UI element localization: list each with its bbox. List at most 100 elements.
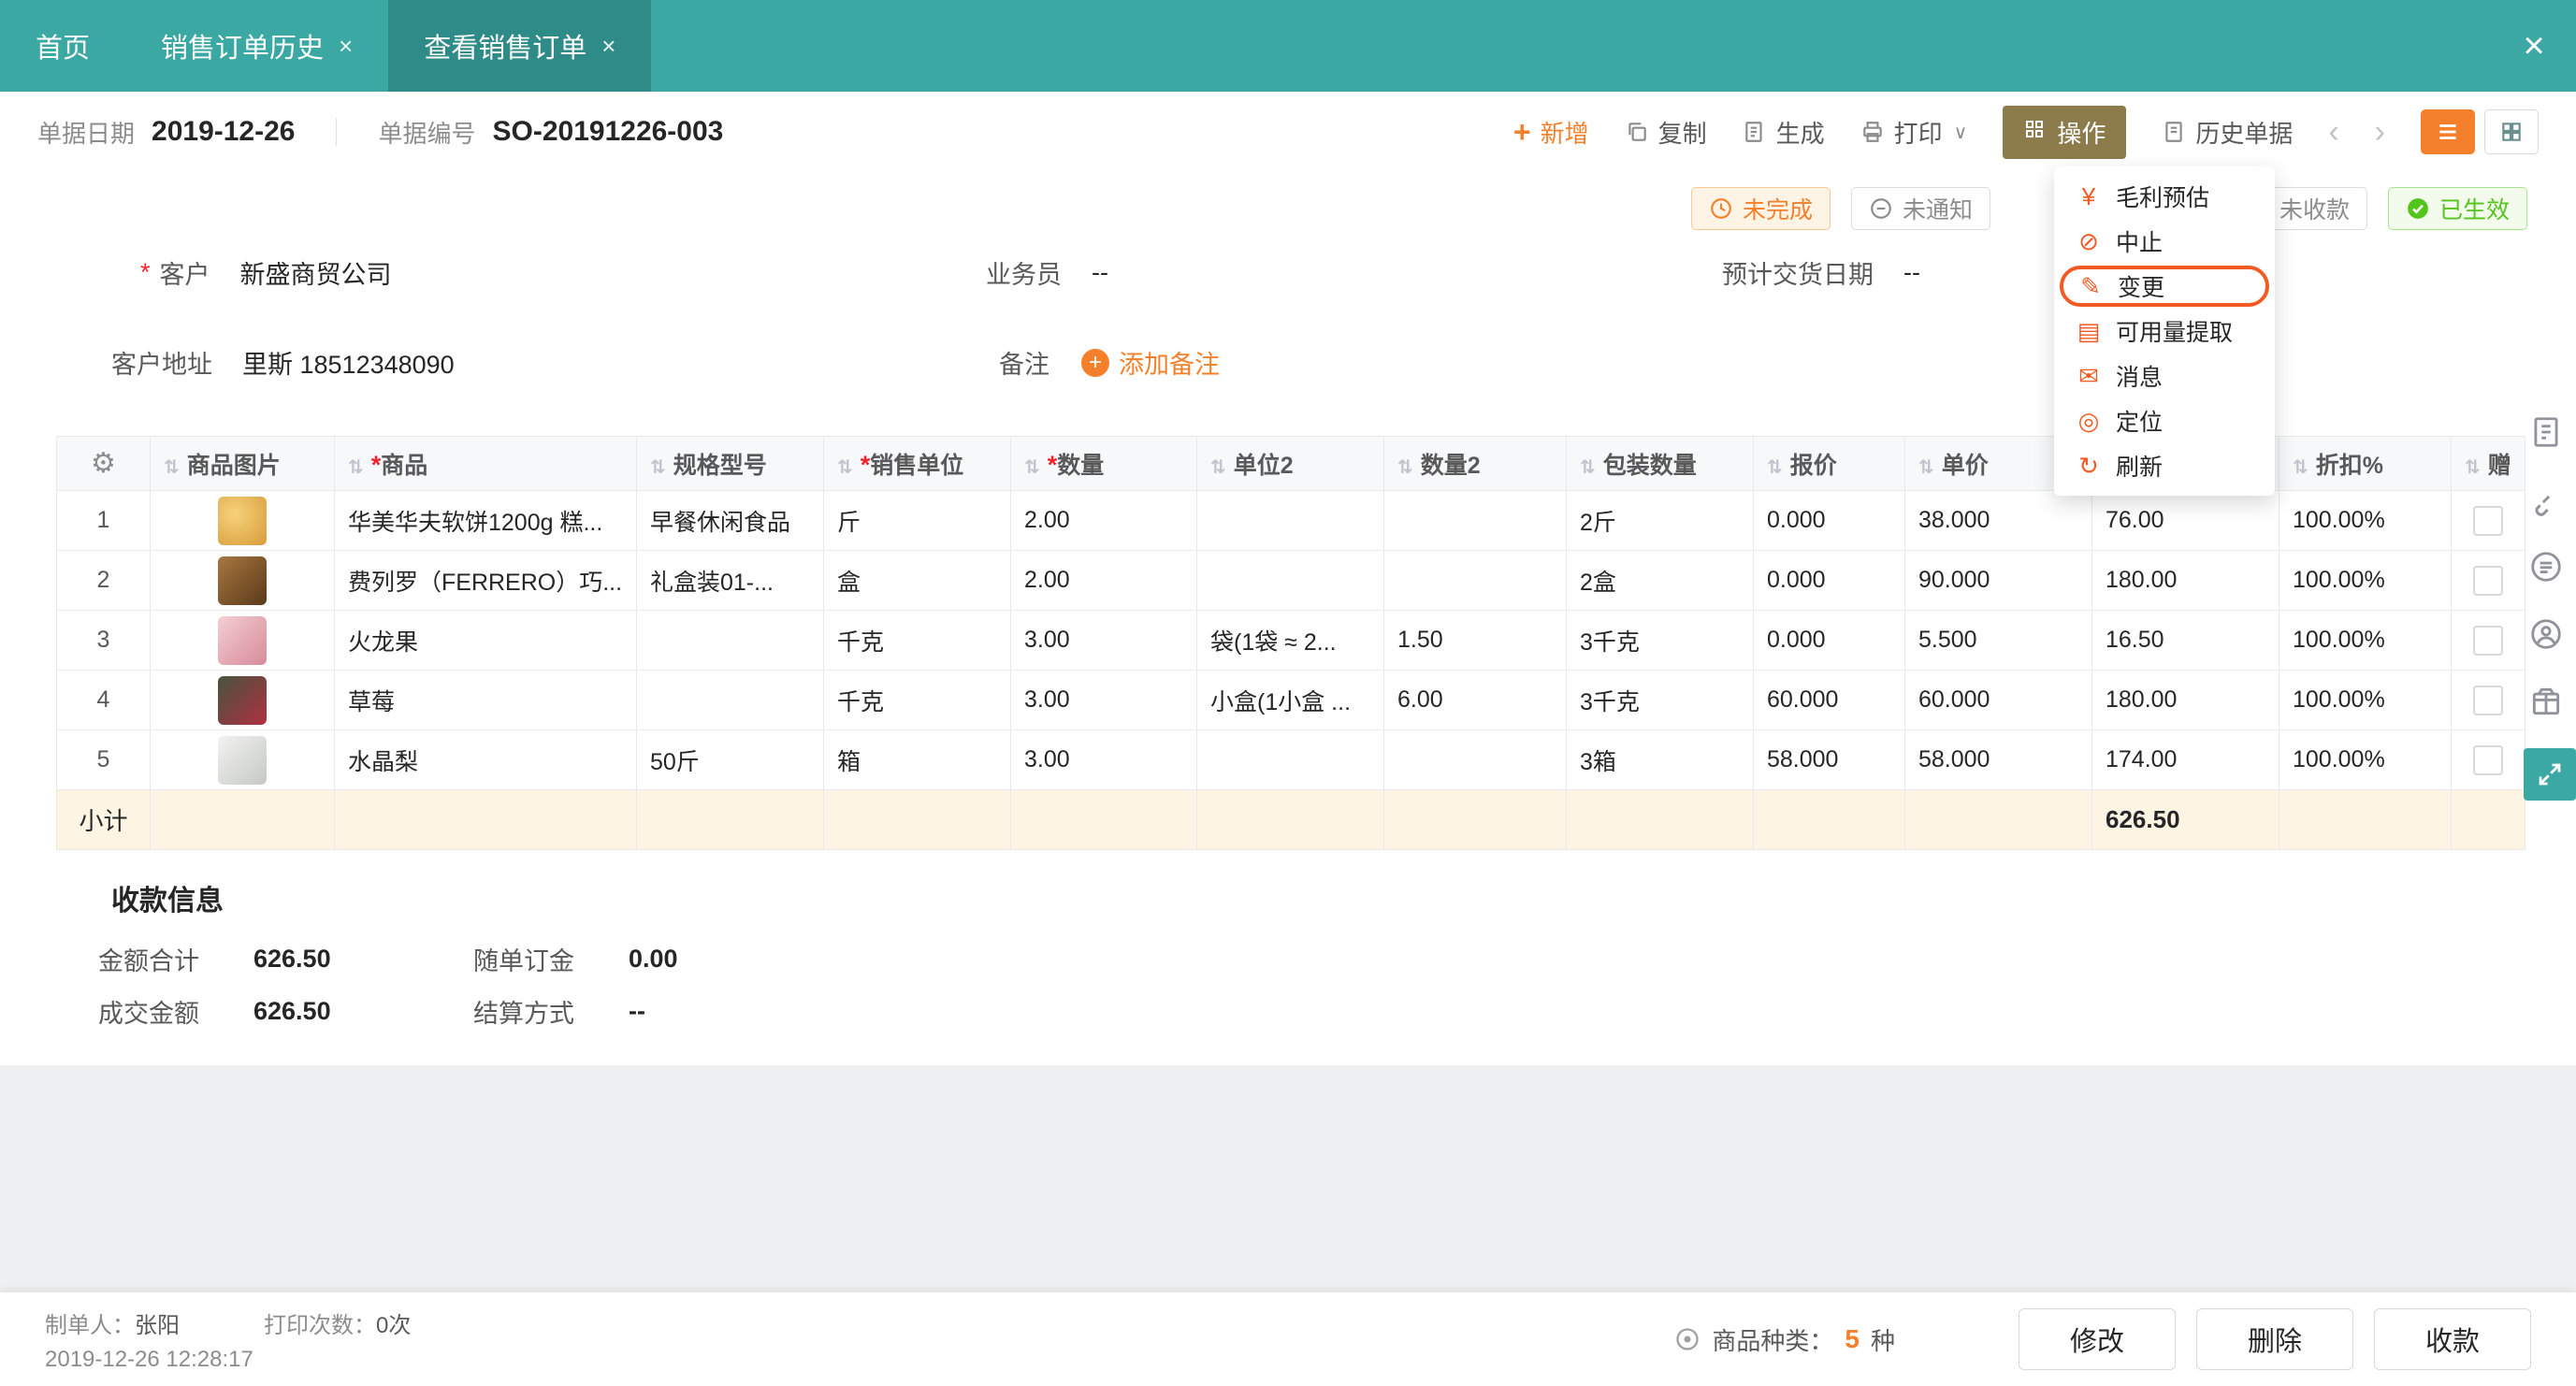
menu-item-refresh[interactable]: ↻ 刷新 [2054,443,2275,488]
cell-unit: 盒 [823,550,1011,611]
col-header-image[interactable]: ⇅ 商品图片 [150,436,335,491]
cell-amount: 174.00 [2091,729,2279,790]
refresh-icon: ↻ [2078,451,2099,480]
window-close-icon[interactable]: × [2492,0,2576,92]
menu-item-change[interactable]: ✎ 变更 [2060,266,2269,307]
table-row: 4 草莓 千克 3.00 小盒(1小盒 ... 6.00 3千克 60.000 … [56,670,2525,730]
product-image[interactable] [218,615,267,665]
cell-spec [636,670,824,730]
user-circle-icon[interactable] [2525,614,2567,655]
gift-checkbox[interactable] [2472,505,2503,536]
gift-checkbox[interactable] [2472,625,2503,656]
add-button[interactable]: + 新增 [1513,115,1589,150]
menu-item-locate[interactable]: ◎ 定位 [2054,398,2275,443]
operate-dropdown-menu: ¥ 毛利预估 ⊘ 中止 ✎ 变更 ▤ 可用量提取 ✉ 消息 ◎ 定位 ↻ 刷新 [2054,166,2275,496]
sort-icon[interactable]: ⇅ [2465,457,2481,478]
document-edit-icon[interactable] [2525,411,2567,453]
cell-qty2 [1383,729,1567,790]
col-header-product[interactable]: ⇅ *商品 [334,436,637,491]
cell-product: 火龙果 [334,610,637,671]
package-icon[interactable] [2525,681,2567,722]
gift-checkbox[interactable] [2472,565,2503,596]
row-number: 2 [56,550,151,611]
product-image[interactable] [218,496,267,545]
settle-method-value: -- [629,997,645,1025]
remark-field: 备注 + 添加备注 [999,344,1220,381]
cell-pkg: 2斤 [1566,490,1754,551]
document-toolbar: 单据日期 2019-12-26 单据编号 SO-20191226-003 + 新… [0,92,2576,172]
col-header-qty2[interactable]: ⇅ 数量2 [1383,436,1567,491]
col-header-settings[interactable]: ⚙ [56,436,151,491]
sort-icon[interactable]: ⇅ [1397,457,1413,478]
table-row: 2 费列罗（FERRERO）巧... 礼盒装01-... 盒 2.00 2盒 0… [56,550,2525,611]
cell-product: 华美华夫软饼1200g 糕... [334,490,637,551]
close-tab-icon[interactable]: × [339,32,353,61]
table-row: 3 火龙果 千克 3.00 袋(1袋 ≈ 2... 1.50 3千克 0.000… [56,610,2525,671]
sort-icon[interactable]: ⇅ [1767,457,1783,478]
gift-checkbox[interactable] [2472,685,2503,715]
col-header-gift[interactable]: ⇅ 赠 [2451,436,2525,491]
delete-button[interactable]: 删除 [2196,1308,2353,1370]
sort-icon[interactable]: ⇅ [2293,457,2308,478]
add-remark-link[interactable]: + 添加备注 [1081,344,1220,381]
sort-icon[interactable]: ⇅ [164,457,180,478]
col-header-unit2[interactable]: ⇅ 单位2 [1196,436,1384,491]
col-header-quote[interactable]: ⇅ 报价 [1753,436,1905,491]
product-image[interactable] [218,675,267,725]
modify-button[interactable]: 修改 [2019,1308,2176,1370]
subtotal-amount: 626.50 [2091,789,2279,850]
copy-button[interactable]: 复制 [1625,115,1707,150]
prev-record-icon[interactable]: ‹ [2328,116,2338,148]
tab-view-sales-order[interactable]: 查看销售订单 × [388,0,652,92]
right-tool-rail [2524,411,2576,801]
sort-icon[interactable]: ⇅ [1580,457,1596,478]
product-image[interactable] [218,556,267,605]
history-button[interactable]: 历史单据 [2162,115,2293,150]
close-tab-icon[interactable]: × [601,32,615,61]
cell-discount: 100.00% [2279,729,2452,790]
list-view-button[interactable] [2421,109,2475,154]
tab-home[interactable]: 首页 [0,0,125,92]
status-badge-unfinished: 未完成 [1690,187,1831,230]
cell-unit: 箱 [823,729,1011,790]
col-header-pkg[interactable]: ⇅ 包装数量 [1566,436,1754,491]
status-badge-not-notified: 未通知 [1850,187,1990,230]
grid-view-button[interactable] [2484,109,2539,154]
link-icon[interactable] [2525,479,2567,520]
menu-item-message[interactable]: ✉ 消息 [2054,354,2275,398]
list-circle-icon[interactable] [2525,546,2567,587]
generate-button[interactable]: 生成 [1743,115,1825,150]
next-record-icon[interactable]: › [2375,116,2385,148]
col-header-unit[interactable]: ⇅ *销售单位 [823,436,1011,491]
sort-icon[interactable]: ⇅ [1918,457,1934,478]
menu-item-abort[interactable]: ⊘ 中止 [2054,219,2275,264]
sort-icon[interactable]: ⇅ [1024,457,1040,478]
column-settings-gear-icon[interactable]: ⚙ [91,448,116,479]
payment-info-title: 收款信息 [111,886,224,917]
fullscreen-icon[interactable] [2524,748,2576,801]
deposit-field: 随单订金 0.00 [473,945,678,975]
cell-price: 38.000 [1904,490,2092,551]
receive-payment-button[interactable]: 收款 [2374,1308,2531,1370]
product-image[interactable] [218,735,267,785]
menu-item-profit-estimate[interactable]: ¥ 毛利预估 [2054,174,2275,219]
check-circle-icon [2408,198,2428,219]
menu-item-available-extract[interactable]: ▤ 可用量提取 [2054,309,2275,354]
cell-qty: 2.00 [1010,550,1197,611]
cell-amount: 16.50 [2091,610,2279,671]
col-header-discount[interactable]: ⇅ 折扣% [2279,436,2452,491]
printer-icon [1860,120,1885,144]
print-button[interactable]: 打印 ∨ [1860,115,1967,150]
sort-icon[interactable]: ⇅ [1210,457,1226,478]
col-header-spec[interactable]: ⇅ 规格型号 [636,436,824,491]
plus-icon: + [1512,115,1531,149]
sort-icon[interactable]: ⇅ [837,457,853,478]
operate-button[interactable]: 操作 [2003,105,2127,159]
cell-quote: 60.000 [1753,670,1905,730]
col-header-qty[interactable]: ⇅ *数量 [1010,436,1197,491]
cell-qty: 2.00 [1010,490,1197,551]
gift-checkbox[interactable] [2472,744,2503,775]
sort-icon[interactable]: ⇅ [348,457,364,478]
sort-icon[interactable]: ⇅ [650,457,666,478]
tab-sales-order-history[interactable]: 销售订单历史 × [125,0,388,92]
